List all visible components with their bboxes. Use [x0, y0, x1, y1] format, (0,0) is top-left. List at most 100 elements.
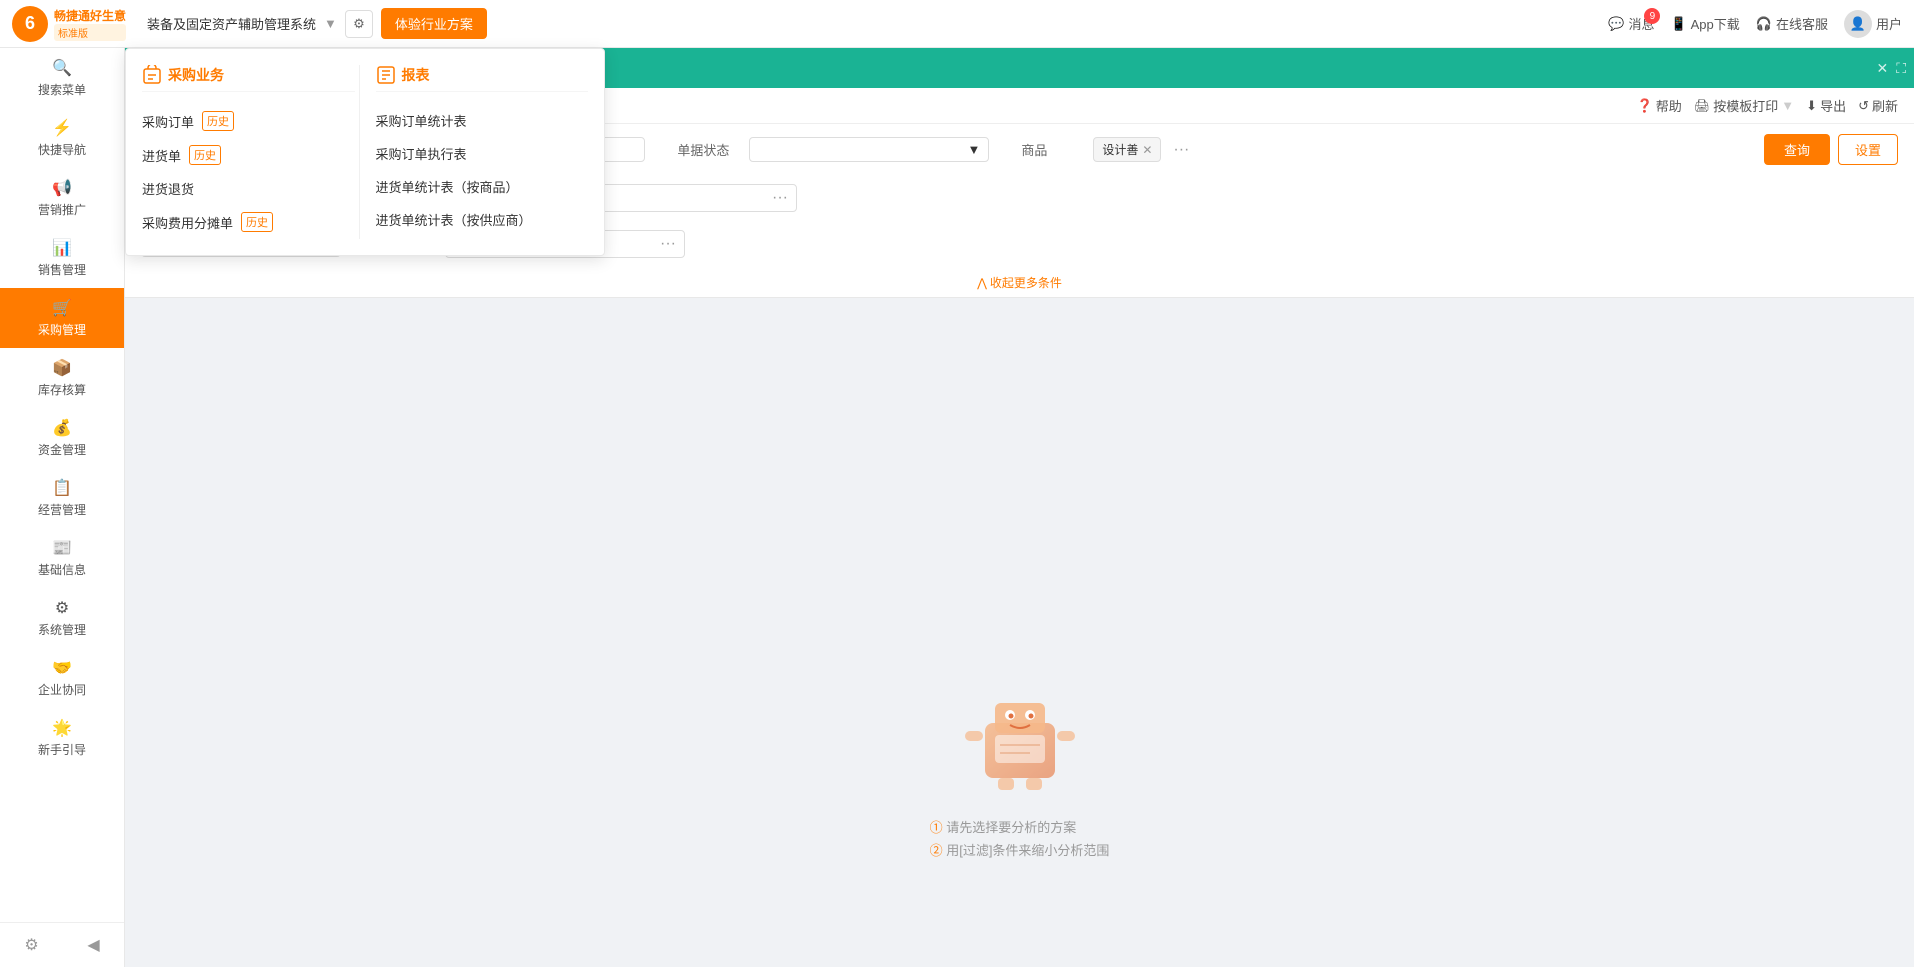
- system-title: 装备及固定资产辅助管理系统: [147, 14, 316, 33]
- empty-text: ① 请先选择要分析的方案 ② 用[过滤]条件来缩小分析范围: [930, 813, 1110, 863]
- logo-icon: 6: [12, 6, 48, 42]
- bill-status-select[interactable]: ▼: [749, 137, 989, 162]
- empty-tip-2: ② 用[过滤]条件来缩小分析范围: [930, 840, 1110, 859]
- menu-item-order-exec[interactable]: 采购订单执行表: [376, 137, 589, 170]
- empty-state-icon: [960, 693, 1080, 793]
- logo-area: 6 畅捷通好生意 标准版: [12, 6, 137, 42]
- toolbar-actions: ❓ 帮助 🖨 按模板打印 ▼ ⬇ 导出: [1637, 96, 1898, 115]
- print-icon: 🖨: [1694, 98, 1711, 114]
- online-service-button[interactable]: 🎧 在线客服: [1756, 14, 1828, 33]
- goods-more-btn[interactable]: ···: [1173, 141, 1189, 159]
- query-actions: 查询 设置: [1764, 134, 1898, 165]
- menu-item-receipt-stat-goods[interactable]: 进货单统计表（按商品）: [376, 170, 589, 203]
- sidebar: 🔍 搜索菜单 ⚡ 快捷导航 📢 营销推广 📊 销售管理 🛒 采购管理 📦: [0, 48, 125, 967]
- purchase-expense-label: 采购费用分摊单: [142, 213, 233, 232]
- help-btn[interactable]: ❓ 帮助: [1637, 96, 1682, 115]
- user-avatar: 👤: [1844, 10, 1872, 38]
- query-button[interactable]: 查询: [1764, 134, 1830, 165]
- trial-button[interactable]: 体验行业方案: [381, 8, 487, 39]
- search-icon: 🔍: [52, 58, 72, 78]
- report-section: 报表 采购订单统计表 采购订单执行表 进货单统计表（按商品） 进货单统计表（按供: [359, 88, 589, 239]
- sidebar-label-operations: 经营管理: [38, 501, 86, 518]
- tab-bar-right: ✕ ⛶: [1876, 60, 1914, 77]
- marketing-icon: 📢: [52, 178, 72, 198]
- system-title-dropdown[interactable]: ▼: [324, 16, 337, 31]
- sidebar-item-operations[interactable]: 📋 经营管理: [0, 468, 124, 528]
- purchase-icon: 🛒: [52, 298, 72, 318]
- print-btn[interactable]: 🖨 按模板打印 ▼: [1694, 96, 1794, 115]
- menu-item-order-stat[interactable]: 采购订单统计表: [376, 104, 589, 137]
- collapse-row: ⋀ 收起更多条件: [125, 268, 1914, 298]
- cooperation-icon: 🤝: [52, 658, 72, 678]
- sidebar-item-marketing[interactable]: 📢 营销推广: [0, 168, 124, 228]
- sidebar-bottom: ⚙ ◀: [0, 922, 124, 967]
- bill-status-label: 单据状态: [677, 140, 737, 159]
- purchase-return-label: 进货退货: [142, 179, 194, 198]
- report-section-title: 报表: [376, 88, 589, 92]
- sidebar-label-guide: 新手引导: [38, 741, 86, 758]
- main-content: ❓ 帮助 🖨 按模板打印 ▼ ⬇ 导出: [125, 88, 1914, 967]
- settings-icon[interactable]: ⚙: [345, 10, 373, 38]
- sidebar-item-guide[interactable]: 🌟 新手引导: [0, 708, 124, 768]
- print-dropdown-icon[interactable]: ▼: [1781, 98, 1794, 113]
- sidebar-label-search: 搜索菜单: [38, 81, 86, 98]
- export-btn[interactable]: ⬇ 导出: [1806, 96, 1846, 115]
- purchase-receipt-label: 进货单: [142, 146, 181, 165]
- sidebar-label-marketing: 营销推广: [38, 201, 86, 218]
- export-icon: ⬇: [1806, 98, 1817, 114]
- tab-close-all-icon[interactable]: ✕: [1876, 60, 1888, 77]
- tab-fullscreen-icon[interactable]: ⛶: [1896, 60, 1906, 77]
- help-icon: ❓: [1637, 98, 1653, 114]
- finance-icon: 💰: [52, 418, 72, 438]
- operations-icon: 📋: [52, 478, 72, 498]
- sidebar-label-sales: 销售管理: [38, 261, 86, 278]
- sales-icon: 📊: [52, 238, 72, 258]
- menu-item-purchase-order[interactable]: 采购订单 历史: [142, 104, 355, 138]
- purchase-section: 采购业务 采购订单 历史 进货单 历史 进货退货: [142, 88, 355, 239]
- sidebar-item-system[interactable]: ⚙ 系统管理: [0, 588, 124, 648]
- sidebar-label-quick-nav: 快捷导航: [38, 141, 86, 158]
- sidebar-label-cooperation: 企业协同: [38, 681, 86, 698]
- sidebar-item-inventory[interactable]: 📦 库存核算: [0, 348, 124, 408]
- sidebar-label-system: 系统管理: [38, 621, 86, 638]
- order-exec-label: 采购订单执行表: [376, 144, 467, 163]
- sidebar-item-purchase[interactable]: 🛒 采购管理: [0, 288, 124, 348]
- messages-button[interactable]: 💬 消息 9: [1608, 14, 1654, 33]
- system-title-area: 装备及固定资产辅助管理系统 ▼ ⚙ 体验行业方案: [137, 8, 1608, 39]
- goods-tag-close[interactable]: ✕: [1142, 143, 1152, 157]
- quick-nav-icon: ⚡: [52, 118, 72, 138]
- menu-item-purchase-return[interactable]: 进货退货: [142, 172, 355, 205]
- menu-item-purchase-expense[interactable]: 采购费用分摊单 历史: [142, 205, 355, 239]
- sidebar-item-cooperation[interactable]: 🤝 企业协同: [0, 648, 124, 708]
- sidebar-settings-btn[interactable]: ⚙: [20, 931, 42, 959]
- sidebar-item-search[interactable]: 🔍 搜索菜单: [0, 48, 124, 108]
- sidebar-label-purchase: 采购管理: [38, 321, 86, 338]
- goods-label: 商品: [1021, 140, 1081, 159]
- settings-button[interactable]: 设置: [1838, 134, 1898, 165]
- basic-info-icon: 📰: [52, 538, 72, 558]
- user-menu[interactable]: 👤 用户: [1844, 10, 1902, 38]
- bill-status-dropdown-icon: ▼: [967, 142, 980, 157]
- sidebar-item-sales[interactable]: 📊 销售管理: [0, 228, 124, 288]
- app-download-button[interactable]: 📱 App下载: [1670, 14, 1739, 33]
- collapse-icon: ⋀: [977, 276, 987, 290]
- refresh-icon: ↺: [1858, 98, 1869, 114]
- sidebar-collapse-btn[interactable]: ◀: [83, 931, 103, 959]
- menu-item-purchase-receipt[interactable]: 进货单 历史: [142, 138, 355, 172]
- system-icon: ⚙: [55, 598, 69, 618]
- receipt-stat-supplier-label: 进货单统计表（按供应商）: [376, 210, 532, 229]
- content-area: 首页 销售排行榜 ✕ ✕ ⛶: [125, 48, 1914, 967]
- goods-tag: 设计善 ✕: [1093, 137, 1161, 162]
- phone-icon: 📱: [1670, 16, 1686, 32]
- refresh-btn[interactable]: ↺ 刷新: [1858, 96, 1898, 115]
- purchase-dropdown-menu: 采购业务 采购订单 历史 进货单 历史 进货退货: [125, 88, 605, 256]
- sidebar-item-finance[interactable]: 💰 资金管理: [0, 408, 124, 468]
- collapse-btn[interactable]: ⋀ 收起更多条件: [977, 274, 1062, 291]
- menu-item-receipt-stat-supplier[interactable]: 进货单统计表（按供应商）: [376, 203, 589, 236]
- sidebar-label-basic-info: 基础信息: [38, 561, 86, 578]
- sidebar-label-finance: 资金管理: [38, 441, 86, 458]
- sidebar-item-basic-info[interactable]: 📰 基础信息: [0, 528, 124, 588]
- sidebar-item-quick-nav[interactable]: ⚡ 快捷导航: [0, 108, 124, 168]
- purchase-section-title: 采购业务: [142, 88, 355, 92]
- empty-tip-1: ① 请先选择要分析的方案: [930, 817, 1110, 836]
